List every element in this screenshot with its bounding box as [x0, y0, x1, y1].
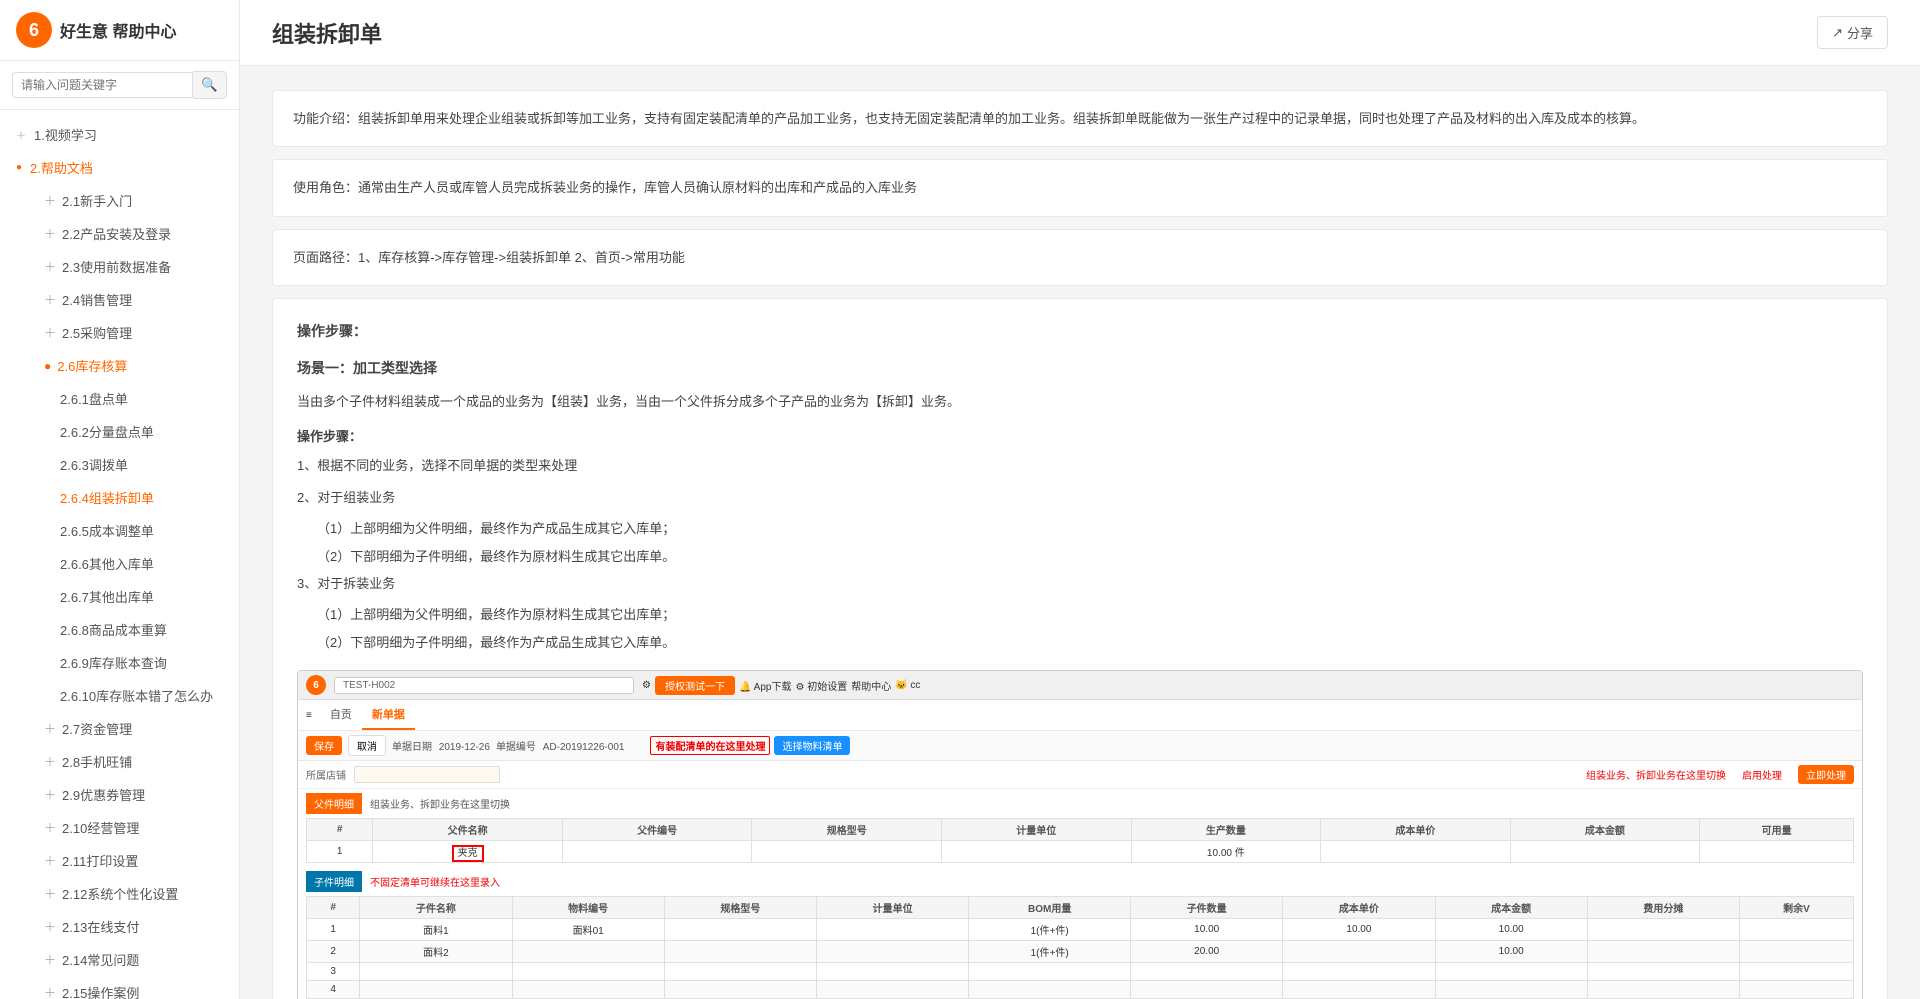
- sidebar-item-stocktake[interactable]: 2.6.1盘点单: [36, 382, 239, 415]
- info-box-path: 页面路径：1、库存核算->库存管理->组装拆卸单 2、首页->常用功能: [272, 229, 1888, 286]
- screenshot-nav: ≡ 自贡 新单据: [298, 700, 1862, 731]
- screenshot-cancel-btn: 取消: [348, 735, 386, 756]
- sidebar-item-assembly[interactable]: 2.6.4组装拆卸单: [36, 481, 239, 514]
- sidebar-item-install[interactable]: ＋ 2.2产品安装及登录: [20, 217, 239, 250]
- screenshot-parent-section: 父件明细 组装业务、拆卸业务在这里切换: [298, 789, 1862, 818]
- sidebar-item-cost-recalc[interactable]: 2.6.8商品成本重算: [36, 613, 239, 646]
- sidebar-item-sales[interactable]: ＋ 2.4销售管理: [20, 283, 239, 316]
- step3: 3、对于拆装业务: [297, 572, 1863, 595]
- screenshot-child-table: # 子件名称 物料编号 规格型号 计量单位 BOM用量 子件数量 成本单价 成本…: [306, 896, 1854, 999]
- scene1-desc: 当由多个子件材料组装成一个成品的业务为【组装】业务，当由一个父件拆分成多个子产品…: [297, 390, 1863, 413]
- op-steps-title: 操作步骤：: [297, 319, 1863, 344]
- sidebar-label-help-docs: 2.帮助文档: [30, 158, 93, 177]
- search-box: 🔍: [0, 61, 239, 110]
- sidebar-item-purchase[interactable]: ＋ 2.5采购管理: [20, 316, 239, 349]
- steps-title2: 操作步骤：: [297, 425, 1863, 448]
- step2: 2、对于组装业务: [297, 486, 1863, 509]
- step2-1: （1）上部明细为父件明细，最终作为产成品生成其它入库单；: [297, 517, 1863, 540]
- sidebar-item-beginner[interactable]: ＋ 2.1新手入门: [20, 184, 239, 217]
- screenshot-annotation1-area: 有装配清单的在这里处理 选择物料清单: [650, 736, 850, 755]
- table-row: 4: [307, 981, 1854, 999]
- share-button[interactable]: ↗ 分享: [1817, 16, 1888, 49]
- sidebar-item-mobile[interactable]: ＋ 2.8手机旺铺: [20, 745, 239, 778]
- main-content: 组装拆卸单 ↗ 分享 功能介绍：组装拆卸单用来处理企业组装或拆卸等加工业务，支持…: [240, 0, 1920, 999]
- sidebar-item-ops[interactable]: ＋ 2.10经营管理: [20, 811, 239, 844]
- page-title: 组装拆卸单: [272, 17, 382, 49]
- expand-icon-videos: ＋: [16, 127, 26, 142]
- screenshot-topbar: 6 TEST-H002 ⚙ 授权测试一下 🔔 App下载 ⚙ 初始设置 帮助中心…: [298, 671, 1862, 700]
- table-row: 1 夹克 10.00 件: [307, 841, 1854, 863]
- sidebar-item-other-outstock[interactable]: 2.6.7其他出库单: [36, 580, 239, 613]
- sidebar-item-ledger-query[interactable]: 2.6.9库存账本查询: [36, 646, 239, 679]
- sidebar-item-faq[interactable]: ＋ 2.14常见问题: [20, 943, 239, 976]
- section-label-top: 父件明细: [306, 793, 362, 814]
- screenshot-logo: 6: [306, 675, 326, 695]
- screenshot: 6 TEST-H002 ⚙ 授权测试一下 🔔 App下载 ⚙ 初始设置 帮助中心…: [297, 670, 1863, 999]
- content-area: 功能介绍：组装拆卸单用来处理企业组装或拆卸等加工业务，支持有固定装配清单的产品加…: [240, 66, 1920, 999]
- screenshot-new-btn: 授权测试一下: [655, 676, 735, 695]
- share-icon: ↗: [1832, 25, 1843, 41]
- search-button[interactable]: 🔍: [193, 71, 227, 99]
- nav-sub-help: ＋ 2.1新手入门 ＋ 2.2产品安装及登录 ＋ 2.3使用前数据准备 ＋ 2.…: [0, 184, 239, 999]
- screenshot-parent-table: # 父件名称 父件编号 规格型号 计量单位 生产数量 成本单价 成本金额 可用量: [306, 818, 1854, 863]
- annotation2-text: 组装业务、拆卸业务在这里切换: [1586, 767, 1726, 782]
- step3-1: （1）上部明细为父件明细，最终作为原材料生成其它出库单；: [297, 603, 1863, 626]
- screenshot-tab-new: 新单据: [362, 700, 415, 730]
- sidebar-item-data-prep[interactable]: ＋ 2.3使用前数据准备: [20, 250, 239, 283]
- table-row: 3: [307, 963, 1854, 981]
- screenshot-url: TEST-H002: [334, 677, 634, 694]
- sidebar-label-videos: 1.视频学习: [34, 125, 97, 144]
- screenshot-tab-home: 自贡: [320, 700, 362, 730]
- table-row: 2 面料2 1(件+件) 20.00 10.00: [307, 941, 1854, 963]
- sidebar-item-inventory[interactable]: ● 2.6库存核算: [20, 349, 239, 382]
- sidebar-header: 6 好生意 帮助中心: [0, 0, 239, 61]
- step3-2: （2）下部明细为子件明细，最终作为产成品生成其它入库单。: [297, 631, 1863, 654]
- search-input[interactable]: [12, 72, 193, 98]
- annotation4-text: 不固定清单可继续在这里录入: [370, 874, 500, 889]
- step1: 1、根据不同的业务，选择不同单据的类型来处理: [297, 454, 1863, 477]
- sidebar-item-help-docs[interactable]: ● 2.帮助文档: [0, 151, 239, 184]
- nav-tree: ＋ 1.视频学习 ● 2.帮助文档 ＋ 2.1新手入门 ＋ 2.2产品安装及登录…: [0, 110, 239, 999]
- sidebar-item-coupon[interactable]: ＋ 2.9优惠券管理: [20, 778, 239, 811]
- sidebar-item-split-stock[interactable]: 2.6.2分量盘点单: [36, 415, 239, 448]
- sidebar: 6 好生意 帮助中心 🔍 ＋ 1.视频学习 ● 2.帮助文档 ＋ 2.1新手入门…: [0, 0, 240, 999]
- screenshot-child-section: 子件明细 不固定清单可继续在这里录入: [298, 867, 1862, 896]
- sidebar-item-cost-adjust[interactable]: 2.6.5成本调整单: [36, 514, 239, 547]
- screenshot-material-btn: 选择物料清单: [774, 736, 850, 755]
- section-label-bottom: 子件明细: [306, 871, 362, 892]
- sidebar-item-other-instock[interactable]: 2.6.6其他入库单: [36, 547, 239, 580]
- sidebar-item-personalize[interactable]: ＋ 2.12系统个性化设置: [20, 877, 239, 910]
- sidebar-item-videos[interactable]: ＋ 1.视频学习: [0, 118, 239, 151]
- sidebar-item-finance[interactable]: ＋ 2.7资金管理: [20, 712, 239, 745]
- logo-icon: 6: [16, 12, 52, 48]
- sidebar-item-ledger-fix[interactable]: 2.6.10库存账本错了怎么办: [36, 679, 239, 712]
- screenshot-confirm-btn: 立即处理: [1798, 765, 1854, 784]
- screenshot-field-row: 所属店铺 组装业务、拆卸业务在这里切换 启用处理 立即处理: [298, 761, 1862, 789]
- sidebar-item-print[interactable]: ＋ 2.11打印设置: [20, 844, 239, 877]
- steps-box: 操作步骤： 场景一：加工类型选择 当由多个子件材料组装成一个成品的业务为【组装】…: [272, 298, 1888, 999]
- annotation3-text: 启用处理: [1742, 767, 1782, 782]
- logo-text: 好生意 帮助中心: [60, 18, 176, 42]
- main-header: 组装拆卸单 ↗ 分享: [240, 0, 1920, 66]
- info-box-intro: 功能介绍：组装拆卸单用来处理企业组装或拆卸等加工业务，支持有固定装配清单的产品加…: [272, 90, 1888, 147]
- sidebar-item-transfer[interactable]: 2.6.3调拨单: [36, 448, 239, 481]
- screenshot-save-btn: 保存: [306, 736, 342, 755]
- screenshot-toolbar: 保存 取消 单据日期 2019-12-26 单据编号 AD-20191226-0…: [298, 731, 1862, 761]
- annotation1-text: 有装配清单的在这里处理: [650, 736, 770, 755]
- step2-2: （2）下部明细为子件明细，最终作为原材料生成其它出库单。: [297, 545, 1863, 568]
- screenshot-child-table-wrap: # 子件名称 物料编号 规格型号 计量单位 BOM用量 子件数量 成本单价 成本…: [298, 896, 1862, 999]
- sidebar-item-payment[interactable]: ＋ 2.13在线支付: [20, 910, 239, 943]
- table-row: 1 面料1 面料01 1(件+件) 10.00 10.00 10.00: [307, 919, 1854, 941]
- screenshot-parent-table-wrap: # 父件名称 父件编号 规格型号 计量单位 生产数量 成本单价 成本金额 可用量: [298, 818, 1862, 867]
- info-box-role: 使用角色：通常由生产人员或库管人员完成拆装业务的操作，库管人员确认原材料的出库和…: [272, 159, 1888, 216]
- sidebar-item-cases[interactable]: ＋ 2.15操作案例: [20, 976, 239, 999]
- scene1-title: 场景一：加工类型选择: [297, 356, 1863, 381]
- expand-icon-help: ●: [16, 162, 22, 173]
